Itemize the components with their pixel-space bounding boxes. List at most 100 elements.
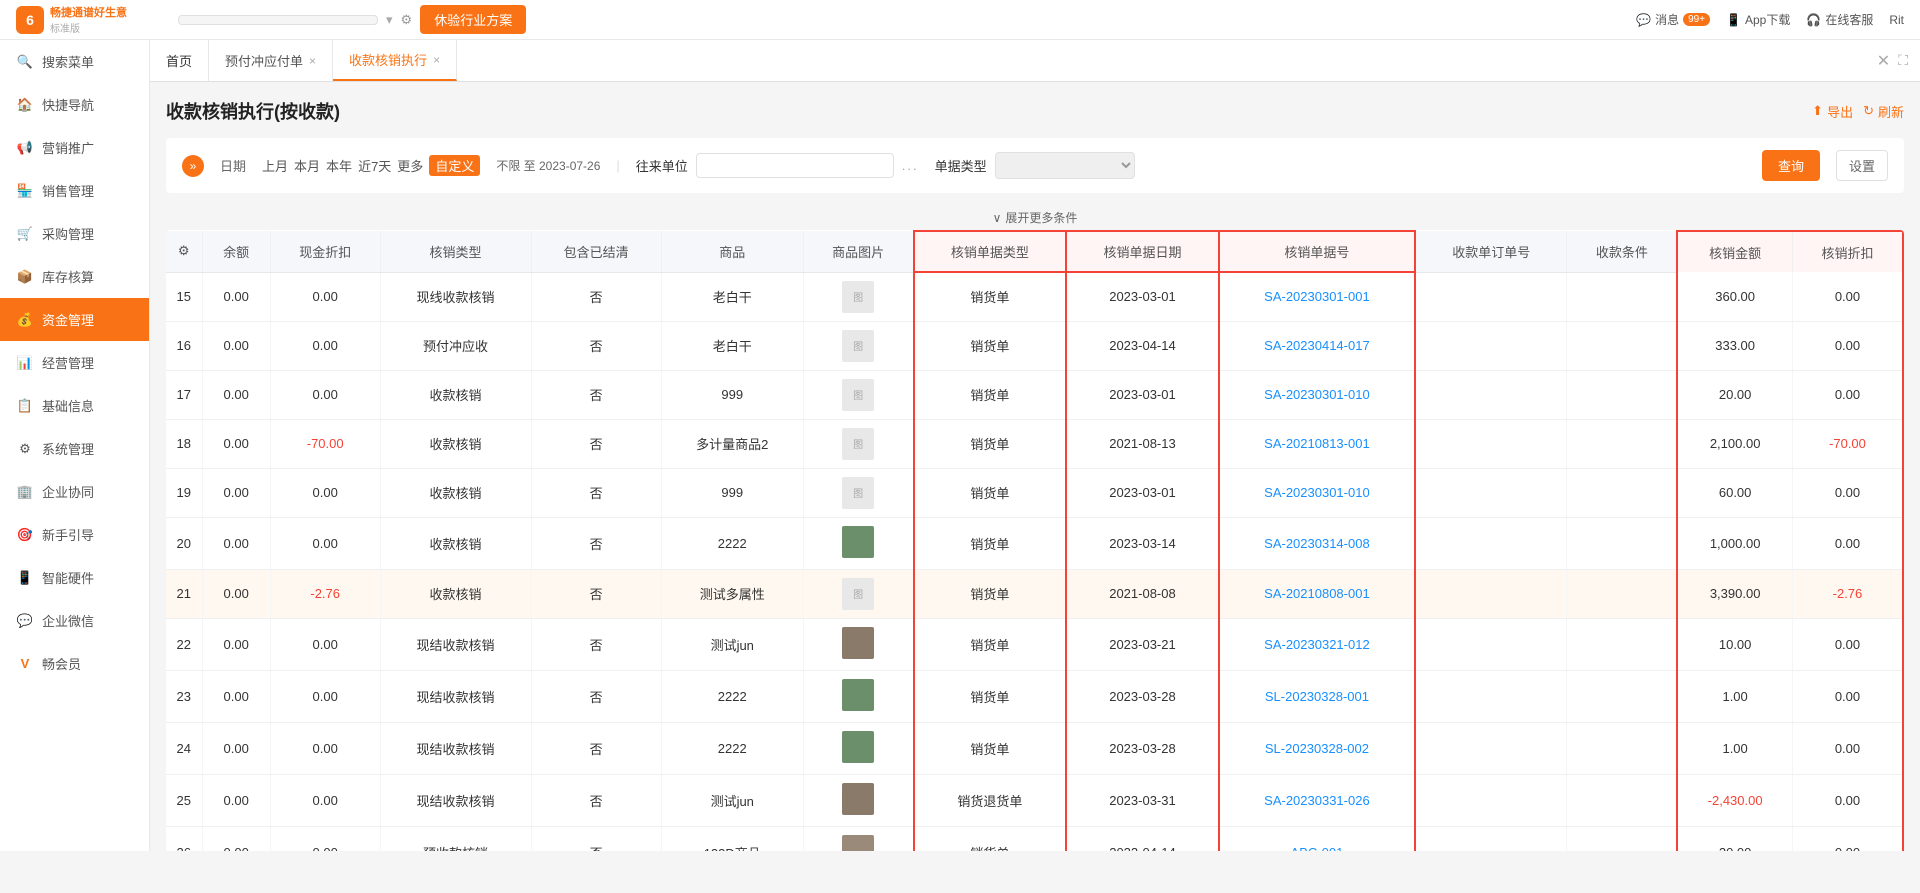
row-cancel-amount: 60.00 <box>1677 468 1792 517</box>
filter-this-month[interactable]: 本月 <box>294 156 320 175</box>
bill-no-link[interactable]: SA-20230321-012 <box>1264 637 1370 652</box>
row-id: 23 <box>166 670 202 722</box>
col-include-settled: 包含已结清 <box>531 231 661 272</box>
settings-topbar-icon[interactable]: ⚙ <box>401 12 413 28</box>
row-product: 测试多属性 <box>661 569 803 618</box>
row-bill-no[interactable]: SA-20210813-001 <box>1219 419 1415 468</box>
bill-no-link[interactable]: SL-20230328-002 <box>1265 741 1369 756</box>
filter-7days[interactable]: 近7天 <box>358 156 391 175</box>
row-include-settled: 否 <box>531 618 661 670</box>
sidebar-item-system[interactable]: ⚙ 系统管理 <box>0 427 149 470</box>
bill-no-link[interactable]: SA-20210808-001 <box>1264 586 1370 601</box>
row-bill-no[interactable]: SL-20230328-001 <box>1219 670 1415 722</box>
refresh-button[interactable]: ↻ 刷新 <box>1863 102 1904 121</box>
bill-no-link[interactable]: SA-20230331-026 <box>1264 793 1370 808</box>
filter-more[interactable]: 更多 <box>397 156 423 175</box>
bill-no-link[interactable]: SA-20230301-001 <box>1264 289 1370 304</box>
row-bill-no[interactable]: SA-20230331-026 <box>1219 774 1415 826</box>
row-bill-no[interactable]: SA-20230301-001 <box>1219 272 1415 321</box>
filter-divider: | <box>616 158 619 173</box>
row-cancel-amount: 20.00 <box>1677 826 1792 851</box>
inventory-icon: 📦 <box>16 268 34 286</box>
sidebar-item-search[interactable]: 🔍 搜索菜单 <box>0 40 149 83</box>
row-bill-no[interactable]: SA-20230301-010 <box>1219 468 1415 517</box>
col-settings[interactable]: ⚙ <box>166 231 202 272</box>
row-bill-no[interactable]: SA-20230321-012 <box>1219 618 1415 670</box>
row-receipt-condition <box>1567 774 1677 826</box>
sidebar-item-guide[interactable]: 🎯 新手引导 <box>0 513 149 556</box>
tab-maximize-icon[interactable]: ⛶ <box>1898 52 1908 69</box>
row-cancel-amount: 20.00 <box>1677 370 1792 419</box>
bill-no-link[interactable]: SA-20230301-010 <box>1264 485 1370 500</box>
sidebar-item-purchase[interactable]: 🛒 采购管理 <box>0 212 149 255</box>
row-product-img <box>803 722 913 774</box>
filter-from-unit-dots[interactable]: ... <box>902 158 919 173</box>
sidebar-item-marketing[interactable]: 📢 营销推广 <box>0 126 149 169</box>
sidebar-item-wechat[interactable]: 💬 企业微信 <box>0 599 149 642</box>
messages-item[interactable]: 💬 消息 99+ <box>1636 11 1710 28</box>
tab-prepay[interactable]: 预付冲应付单 × <box>209 40 333 81</box>
export-button[interactable]: ⬆ 导出 <box>1812 102 1853 121</box>
bill-no-link[interactable]: SA-20230301-010 <box>1264 387 1370 402</box>
sidebar-item-management[interactable]: 📊 经营管理 <box>0 341 149 384</box>
row-bill-no[interactable]: SA-20210808-001 <box>1219 569 1415 618</box>
row-cash-discount: 0.00 <box>270 618 380 670</box>
row-id: 24 <box>166 722 202 774</box>
settings-button[interactable]: 设置 <box>1836 150 1888 181</box>
sidebar-item-basic[interactable]: 📋 基础信息 <box>0 384 149 427</box>
row-cancel-discount: 0.00 <box>1792 370 1903 419</box>
dropdown-icon[interactable]: ▾ <box>386 12 393 28</box>
user-item[interactable]: Rit <box>1889 13 1904 27</box>
row-include-settled: 否 <box>531 321 661 370</box>
filter-date-label: 日期 <box>220 156 246 175</box>
solution-button[interactable]: 休验行业方案 <box>420 5 526 34</box>
bill-no-link[interactable]: ABC-001 <box>1291 845 1344 852</box>
row-bill-no[interactable]: ABC-001 <box>1219 826 1415 851</box>
sidebar-item-nav[interactable]: 🏠 快捷导航 <box>0 83 149 126</box>
tab-close-window-icon[interactable]: ✕ <box>1877 51 1890 71</box>
filter-bill-type: 单据类型 <box>935 152 1135 179</box>
row-product-img <box>803 517 913 569</box>
sidebar-item-hardware[interactable]: 📱 智能硬件 <box>0 556 149 599</box>
sidebar-item-sales[interactable]: 🏪 销售管理 <box>0 169 149 212</box>
tab-close-prepay[interactable]: × <box>309 54 316 68</box>
filter-from-unit-input[interactable] <box>696 153 894 178</box>
filter-this-year[interactable]: 本年 <box>326 156 352 175</box>
bill-no-link[interactable]: SA-20230414-017 <box>1264 338 1370 353</box>
row-id: 21 <box>166 569 202 618</box>
app-download-item[interactable]: 📱 App下载 <box>1726 11 1790 28</box>
row-product-img: 图 <box>803 569 913 618</box>
tab-home[interactable]: 首页 <box>150 40 209 81</box>
sidebar: 🔍 搜索菜单 🏠 快捷导航 📢 营销推广 🏪 销售管理 🛒 采购管理 📦 库存核… <box>0 40 150 851</box>
filter-custom[interactable]: 自定义 <box>429 155 480 176</box>
bill-no-link[interactable]: SA-20210813-001 <box>1264 436 1370 451</box>
filter-bill-type-select[interactable] <box>995 152 1135 179</box>
col-bill-date: 核销单据日期 <box>1066 231 1219 272</box>
row-bill-no[interactable]: SL-20230328-002 <box>1219 722 1415 774</box>
online-service-item[interactable]: 🎧 在线客服 <box>1806 11 1873 28</box>
row-bill-no[interactable]: SA-20230414-017 <box>1219 321 1415 370</box>
tab-close-receipt[interactable]: × <box>433 53 440 67</box>
row-bill-type: 销货单 <box>914 468 1067 517</box>
sidebar-item-member[interactable]: V 畅会员 <box>0 642 149 685</box>
row-product-img <box>803 670 913 722</box>
sidebar-item-funds[interactable]: 💰 资金管理 <box>0 298 149 341</box>
sidebar-item-inventory[interactable]: 📦 库存核算 <box>0 255 149 298</box>
row-receipt-order-no <box>1415 826 1567 851</box>
logo-icon: 6 <box>16 6 44 34</box>
enterprise-icon: 🏢 <box>16 483 34 501</box>
row-include-settled: 否 <box>531 419 661 468</box>
tab-receipt-cancel[interactable]: 收款核销执行 × <box>333 40 457 81</box>
bill-no-link[interactable]: SL-20230328-001 <box>1265 689 1369 704</box>
filter-expand-button[interactable]: » <box>182 155 204 177</box>
expand-more-bar[interactable]: ∨ 展开更多条件 <box>166 205 1904 230</box>
bill-no-link[interactable]: SA-20230314-008 <box>1264 536 1370 551</box>
sidebar-item-enterprise[interactable]: 🏢 企业协同 <box>0 470 149 513</box>
row-bill-no[interactable]: SA-20230301-010 <box>1219 370 1415 419</box>
filter-last-month[interactable]: 上月 <box>262 156 288 175</box>
row-receipt-condition <box>1567 370 1677 419</box>
row-bill-no[interactable]: SA-20230314-008 <box>1219 517 1415 569</box>
member-icon: V <box>16 655 34 673</box>
search-button[interactable]: 查询 <box>1762 150 1820 181</box>
top-bar-right: 💬 消息 99+ 📱 App下载 🎧 在线客服 Rit <box>1636 11 1904 28</box>
